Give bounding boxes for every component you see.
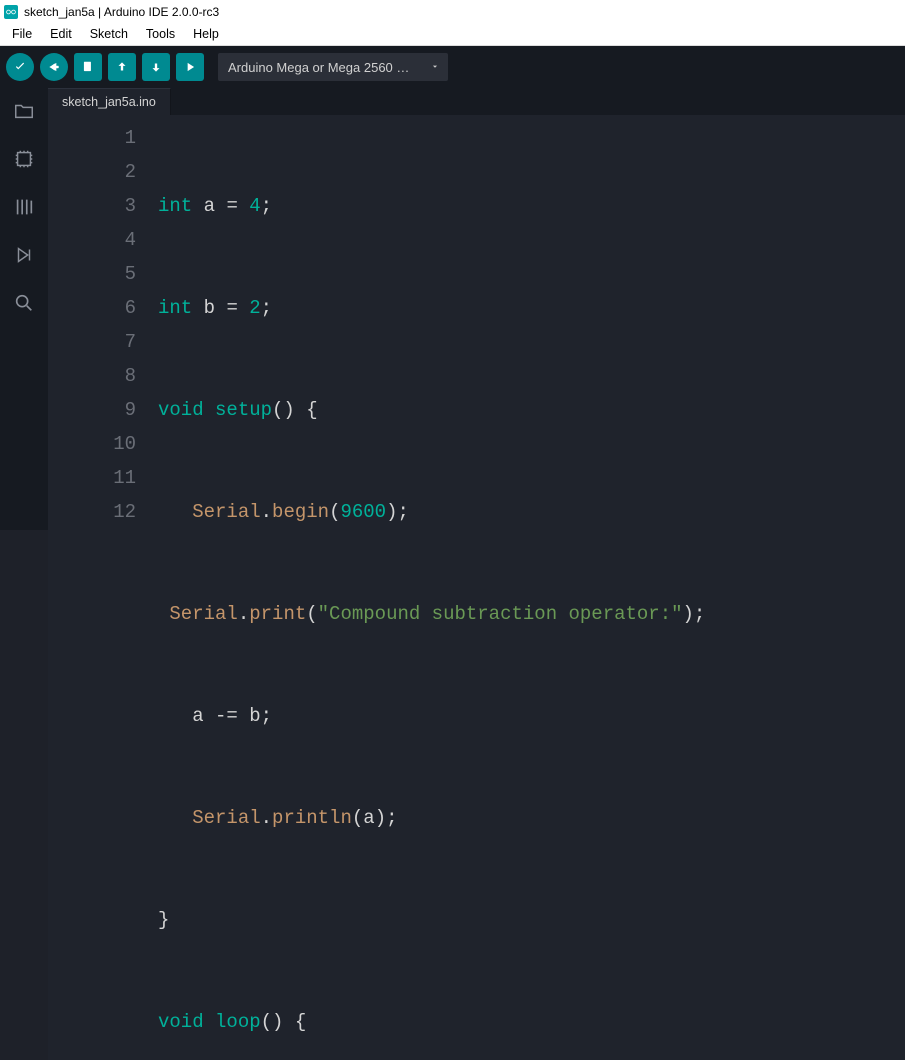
tab-sketch[interactable]: sketch_jan5a.ino [48,88,171,115]
chevron-down-icon [430,60,440,75]
upload-button[interactable] [40,53,68,81]
code-line[interactable]: void loop() { [158,1005,905,1039]
search-icon[interactable] [11,290,37,316]
menu-edit[interactable]: Edit [42,25,80,43]
code-line[interactable]: a -= b; [158,699,905,733]
debug-button[interactable] [176,53,204,81]
board-selector[interactable]: Arduino Mega or Mega 2560 … [218,53,448,81]
line-number: 6 [48,291,136,325]
tab-label: sketch_jan5a.ino [62,95,156,109]
code-line[interactable]: void setup() { [158,393,905,427]
menu-tools[interactable]: Tools [138,25,183,43]
window-title: sketch_jan5a | Arduino IDE 2.0.0-rc3 [24,5,219,19]
debug-panel-icon[interactable] [11,242,37,268]
code-line[interactable]: Serial.print("Compound subtraction opera… [158,597,905,631]
line-number: 5 [48,257,136,291]
line-number: 12 [48,495,136,529]
code-line[interactable]: } [158,903,905,937]
arduino-icon [4,5,18,19]
code-line[interactable]: Serial.println(a); [158,801,905,835]
folder-icon[interactable] [11,98,37,124]
board-selector-label: Arduino Mega or Mega 2560 … [228,60,409,75]
toolbar: Arduino Mega or Mega 2560 … [0,46,905,88]
line-number: 3 [48,189,136,223]
code-line[interactable]: Serial.begin(9600); [158,495,905,529]
open-button[interactable] [108,53,136,81]
tabbar: sketch_jan5a.ino [48,88,905,115]
line-number: 8 [48,359,136,393]
workspace: sketch_jan5a.ino 1 2 3 4 5 6 7 8 9 10 11… [0,88,905,530]
code-line[interactable]: int a = 4; [158,189,905,223]
editor-pane: sketch_jan5a.ino 1 2 3 4 5 6 7 8 9 10 11… [48,88,905,530]
code-editor[interactable]: 1 2 3 4 5 6 7 8 9 10 11 12 int a = 4; in… [48,115,905,1060]
line-number: 11 [48,461,136,495]
line-number: 1 [48,121,136,155]
board-manager-icon[interactable] [11,146,37,172]
line-number: 2 [48,155,136,189]
save-button[interactable] [142,53,170,81]
menu-help[interactable]: Help [185,25,227,43]
line-number: 7 [48,325,136,359]
code[interactable]: int a = 4; int b = 2; void setup() { Ser… [158,121,905,1060]
sidebar [0,88,48,530]
verify-button[interactable] [6,53,34,81]
line-number: 9 [48,393,136,427]
menu-file[interactable]: File [4,25,40,43]
titlebar: sketch_jan5a | Arduino IDE 2.0.0-rc3 [0,0,905,24]
gutter: 1 2 3 4 5 6 7 8 9 10 11 12 [48,121,158,1060]
code-line[interactable]: int b = 2; [158,291,905,325]
menubar: File Edit Sketch Tools Help [0,24,905,46]
new-sketch-button[interactable] [74,53,102,81]
line-number: 10 [48,427,136,461]
menu-sketch[interactable]: Sketch [82,25,136,43]
library-manager-icon[interactable] [11,194,37,220]
line-number: 4 [48,223,136,257]
